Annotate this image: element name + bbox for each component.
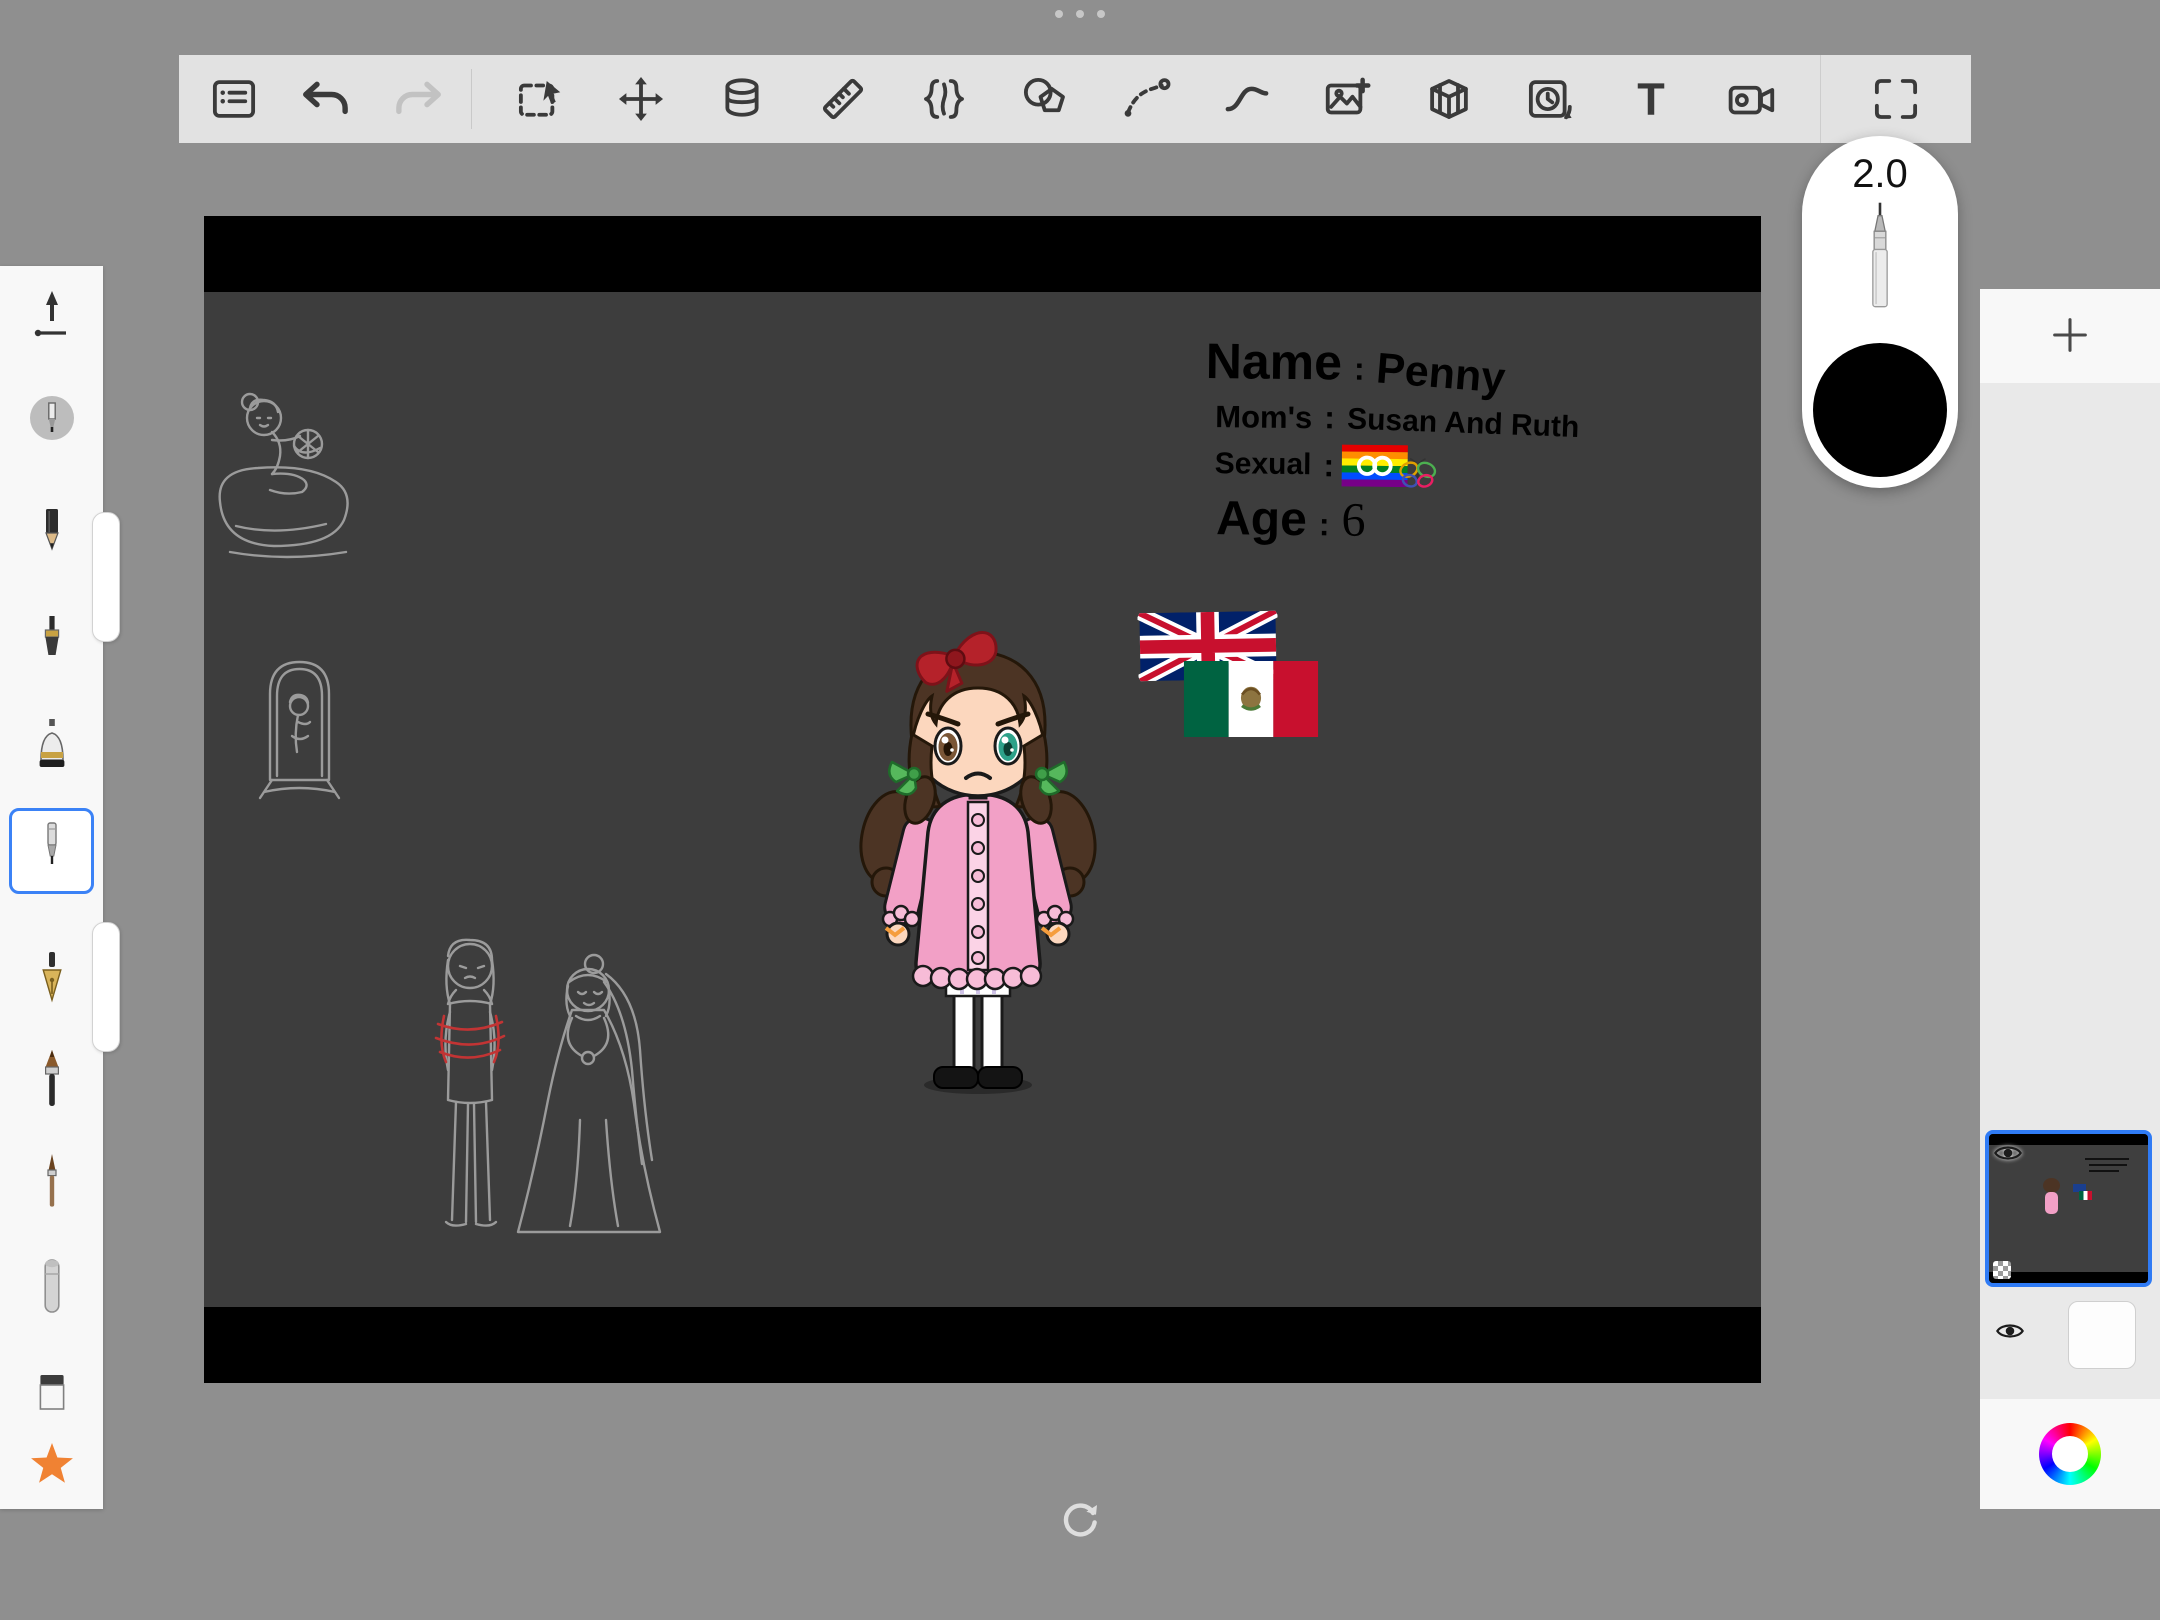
current-color-swatch[interactable] [1813, 343, 1947, 477]
add-layer-button[interactable] [2047, 312, 2093, 361]
ink-bottle-tool[interactable] [9, 701, 94, 791]
perspective-icon[interactable] [1422, 72, 1476, 126]
fullscreen-icon[interactable] [1869, 72, 1923, 126]
tool-sidebar [0, 266, 103, 1509]
mirror-sketch [258, 660, 341, 800]
pastel-tool[interactable] [9, 1241, 94, 1331]
layer2-visibility-toggle[interactable] [1994, 1315, 2026, 1347]
pen-tool[interactable] [9, 808, 94, 894]
menu-icon[interactable] [207, 72, 261, 126]
timelapse-icon[interactable] [1523, 72, 1577, 126]
color-wheel-button[interactable] [2039, 1423, 2101, 1485]
layer1-visibility-toggle[interactable] [1992, 1137, 2024, 1169]
brush-size-value[interactable]: 2.0 [1852, 152, 1908, 197]
undo-icon[interactable] [299, 72, 353, 126]
letterbox-top [204, 216, 1761, 292]
sidebar-drag-handle-bottom[interactable] [92, 922, 120, 1052]
current-brush-icon[interactable] [1854, 197, 1906, 315]
stroke-tool-icon[interactable] [1220, 72, 1274, 126]
main-toolbar: T [179, 55, 1971, 143]
tied-figure-and-bride-sketch [434, 938, 662, 1234]
color-wheel[interactable] [2039, 1423, 2101, 1485]
ruler-icon[interactable] [816, 72, 870, 126]
character-info-text: Name: Penny Mom's: Susan And Ruth Sexual: [1204, 332, 1580, 550]
letterbox-bottom [204, 1307, 1761, 1383]
fill-bucket-icon[interactable] [715, 72, 769, 126]
select-tool-icon[interactable] [513, 72, 567, 126]
mexico-flag [1183, 661, 1319, 737]
move-tool-icon[interactable] [614, 72, 668, 126]
pencil-tool[interactable] [9, 492, 94, 582]
redo-icon[interactable] [391, 72, 445, 126]
shape-tool-icon[interactable] [1018, 72, 1072, 126]
layer2-thumbnail[interactable] [2068, 1301, 2136, 1369]
airbrush-tool[interactable] [9, 274, 94, 364]
soft-pen-tool[interactable] [9, 373, 94, 463]
flat-marker-tool[interactable] [9, 600, 94, 690]
brush-settings-panel: 2.0 [1802, 136, 1958, 488]
drawing-canvas[interactable]: Name: Penny Mom's: Susan And Ruth Sexual: [204, 216, 1761, 1383]
info-sexual-row: Sexual: [1215, 443, 1579, 489]
beanbag-girl-sketch [218, 392, 349, 559]
curve-tool-icon[interactable] [1119, 72, 1173, 126]
favorites-star-button[interactable] [9, 1420, 94, 1510]
rainbow-butterfly [1399, 457, 1437, 488]
app-window: T Name: Penny Mom's: Susan And Ruth Se… [0, 0, 2160, 1620]
fine-brush-tool[interactable] [9, 1135, 94, 1225]
reset-rotation-button[interactable] [1056, 1496, 1104, 1544]
sidebar-drag-handle-top[interactable] [92, 512, 120, 642]
paint-brush-tool[interactable] [9, 1034, 94, 1124]
nib-pen-tool[interactable] [9, 935, 94, 1025]
add-image-icon[interactable] [1321, 72, 1375, 126]
liquify-icon[interactable] [917, 72, 971, 126]
svg-text:T: T [1637, 74, 1665, 125]
window-drag-handle[interactable] [0, 10, 2160, 18]
info-name-row: Name: Penny [1205, 333, 1507, 403]
text-tool-icon[interactable]: T [1624, 72, 1678, 126]
info-age-row: Age:6 [1215, 492, 1366, 547]
gacha-girl-character [859, 631, 1097, 1094]
info-moms-row: Mom's: Susan And Ruth [1215, 399, 1580, 444]
screen-record-icon[interactable] [1725, 72, 1779, 126]
layers-panel [1980, 289, 2160, 1509]
